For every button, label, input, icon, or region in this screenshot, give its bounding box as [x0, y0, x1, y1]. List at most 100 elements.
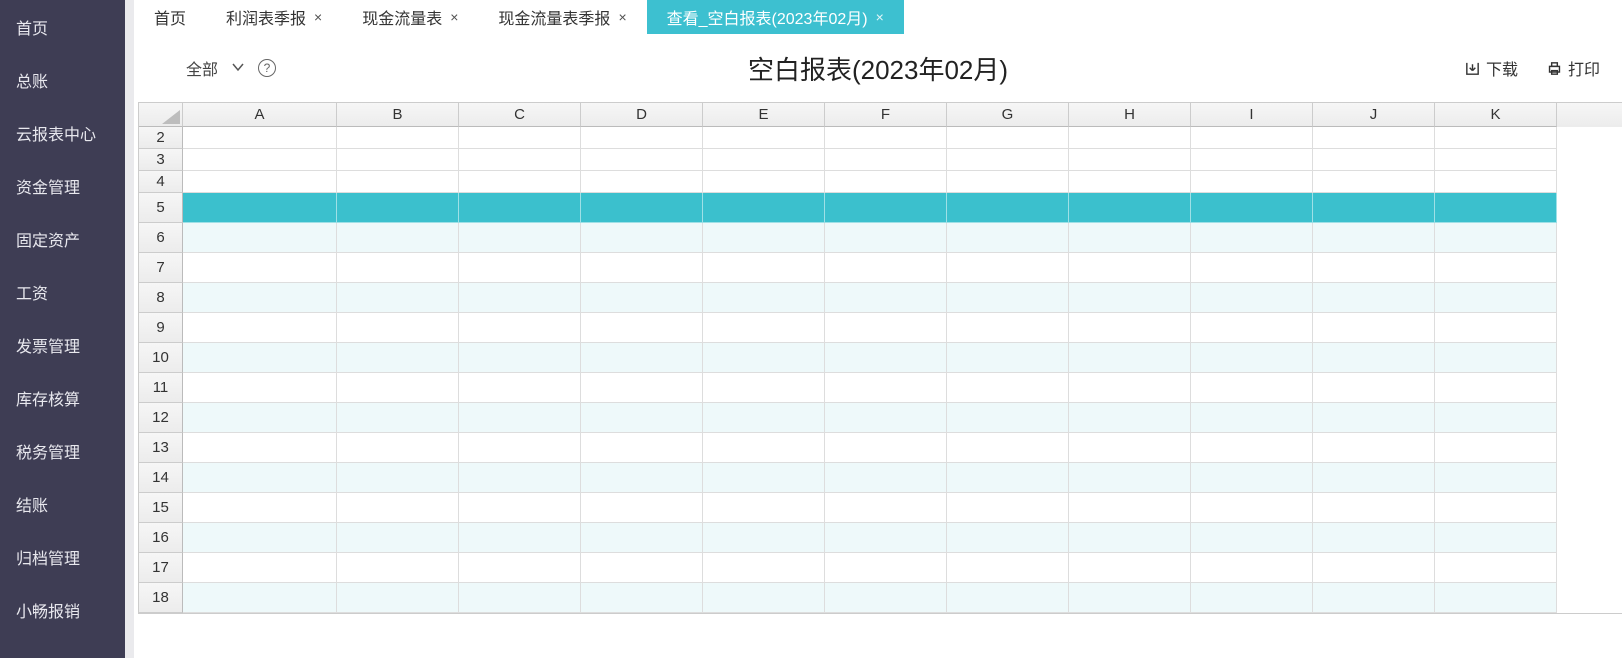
cell[interactable] — [337, 403, 459, 433]
cell[interactable] — [337, 553, 459, 583]
cell[interactable] — [581, 283, 703, 313]
cell[interactable] — [459, 127, 581, 149]
cell[interactable] — [1069, 127, 1191, 149]
sidebar-item-salary[interactable]: 工资 — [0, 265, 125, 318]
cell[interactable] — [703, 313, 825, 343]
cell[interactable] — [459, 171, 581, 193]
print-button[interactable]: 打印 — [1546, 56, 1600, 80]
cell[interactable] — [947, 283, 1069, 313]
cell[interactable] — [1313, 313, 1435, 343]
cell[interactable] — [459, 523, 581, 553]
sidebar-item-tax[interactable]: 税务管理 — [0, 424, 125, 477]
row-header[interactable]: 17 — [139, 553, 183, 583]
cell[interactable] — [703, 283, 825, 313]
cell[interactable] — [459, 313, 581, 343]
cell[interactable] — [183, 343, 337, 373]
cell[interactable] — [703, 343, 825, 373]
cell[interactable] — [1313, 171, 1435, 193]
cell[interactable] — [1069, 253, 1191, 283]
cell[interactable] — [337, 193, 459, 223]
cell[interactable] — [825, 583, 947, 613]
cell[interactable] — [1313, 127, 1435, 149]
tab-cashflow-quarterly[interactable]: 现金流量表季报 × — [478, 0, 646, 34]
cell[interactable] — [1191, 553, 1313, 583]
cell[interactable] — [1435, 171, 1557, 193]
cell[interactable] — [1069, 553, 1191, 583]
cell[interactable] — [703, 583, 825, 613]
cell[interactable] — [1069, 149, 1191, 171]
row-header[interactable]: 18 — [139, 583, 183, 613]
row-header[interactable]: 7 — [139, 253, 183, 283]
cell[interactable] — [947, 553, 1069, 583]
cell[interactable] — [1191, 127, 1313, 149]
cell[interactable] — [1313, 283, 1435, 313]
cell[interactable] — [947, 313, 1069, 343]
cell[interactable] — [1191, 171, 1313, 193]
cell[interactable] — [1313, 433, 1435, 463]
row-header[interactable]: 6 — [139, 223, 183, 253]
cell[interactable] — [183, 373, 337, 403]
cell[interactable] — [825, 223, 947, 253]
tab-profit-quarterly[interactable]: 利润表季报 × — [206, 0, 342, 34]
cell[interactable] — [703, 171, 825, 193]
cell[interactable] — [1435, 223, 1557, 253]
cell[interactable] — [183, 223, 337, 253]
cell[interactable] — [337, 343, 459, 373]
filter-dropdown[interactable]: 全部 ? — [186, 56, 276, 80]
cell[interactable] — [947, 193, 1069, 223]
cell[interactable] — [1191, 433, 1313, 463]
tab-cashflow[interactable]: 现金流量表 × — [342, 0, 478, 34]
cell[interactable] — [825, 523, 947, 553]
tab-home[interactable]: 首页 — [134, 0, 206, 34]
cell[interactable] — [1435, 343, 1557, 373]
cell[interactable] — [459, 463, 581, 493]
cell[interactable] — [1069, 171, 1191, 193]
help-icon[interactable]: ? — [258, 59, 276, 77]
cell[interactable] — [703, 253, 825, 283]
cell[interactable] — [581, 523, 703, 553]
cell[interactable] — [1191, 583, 1313, 613]
cell[interactable] — [183, 523, 337, 553]
cell[interactable] — [1435, 553, 1557, 583]
cell[interactable] — [581, 433, 703, 463]
cell[interactable] — [825, 403, 947, 433]
cell[interactable] — [1435, 463, 1557, 493]
cell[interactable] — [183, 171, 337, 193]
cell[interactable] — [581, 223, 703, 253]
cell[interactable] — [703, 433, 825, 463]
cell[interactable] — [947, 523, 1069, 553]
cell[interactable] — [1069, 463, 1191, 493]
cell[interactable] — [1435, 493, 1557, 523]
cell[interactable] — [947, 583, 1069, 613]
cell[interactable] — [183, 553, 337, 583]
cell[interactable] — [581, 127, 703, 149]
cell[interactable] — [459, 433, 581, 463]
download-button[interactable]: 下载 — [1464, 56, 1518, 80]
cell[interactable] — [825, 493, 947, 523]
cell[interactable] — [1191, 223, 1313, 253]
sidebar-item-funds[interactable]: 资金管理 — [0, 159, 125, 212]
cell[interactable] — [337, 253, 459, 283]
cell[interactable] — [581, 583, 703, 613]
sidebar-item-expense[interactable]: 小畅报销 — [0, 583, 125, 636]
column-header[interactable]: B — [337, 103, 459, 127]
cell[interactable] — [337, 149, 459, 171]
cell[interactable] — [459, 283, 581, 313]
select-all-corner[interactable] — [139, 103, 183, 127]
column-header[interactable]: J — [1313, 103, 1435, 127]
cell[interactable] — [1069, 433, 1191, 463]
sidebar-item-invoice[interactable]: 发票管理 — [0, 318, 125, 371]
cell[interactable] — [703, 127, 825, 149]
cell[interactable] — [825, 253, 947, 283]
cell[interactable] — [581, 343, 703, 373]
cell[interactable] — [1435, 373, 1557, 403]
cell[interactable] — [825, 283, 947, 313]
cell[interactable] — [1435, 253, 1557, 283]
row-header[interactable]: 15 — [139, 493, 183, 523]
column-header[interactable]: A — [183, 103, 337, 127]
cell[interactable] — [337, 373, 459, 403]
cell[interactable] — [183, 193, 337, 223]
cell[interactable] — [1313, 253, 1435, 283]
sidebar-item-fixed-assets[interactable]: 固定资产 — [0, 212, 125, 265]
cell[interactable] — [703, 373, 825, 403]
